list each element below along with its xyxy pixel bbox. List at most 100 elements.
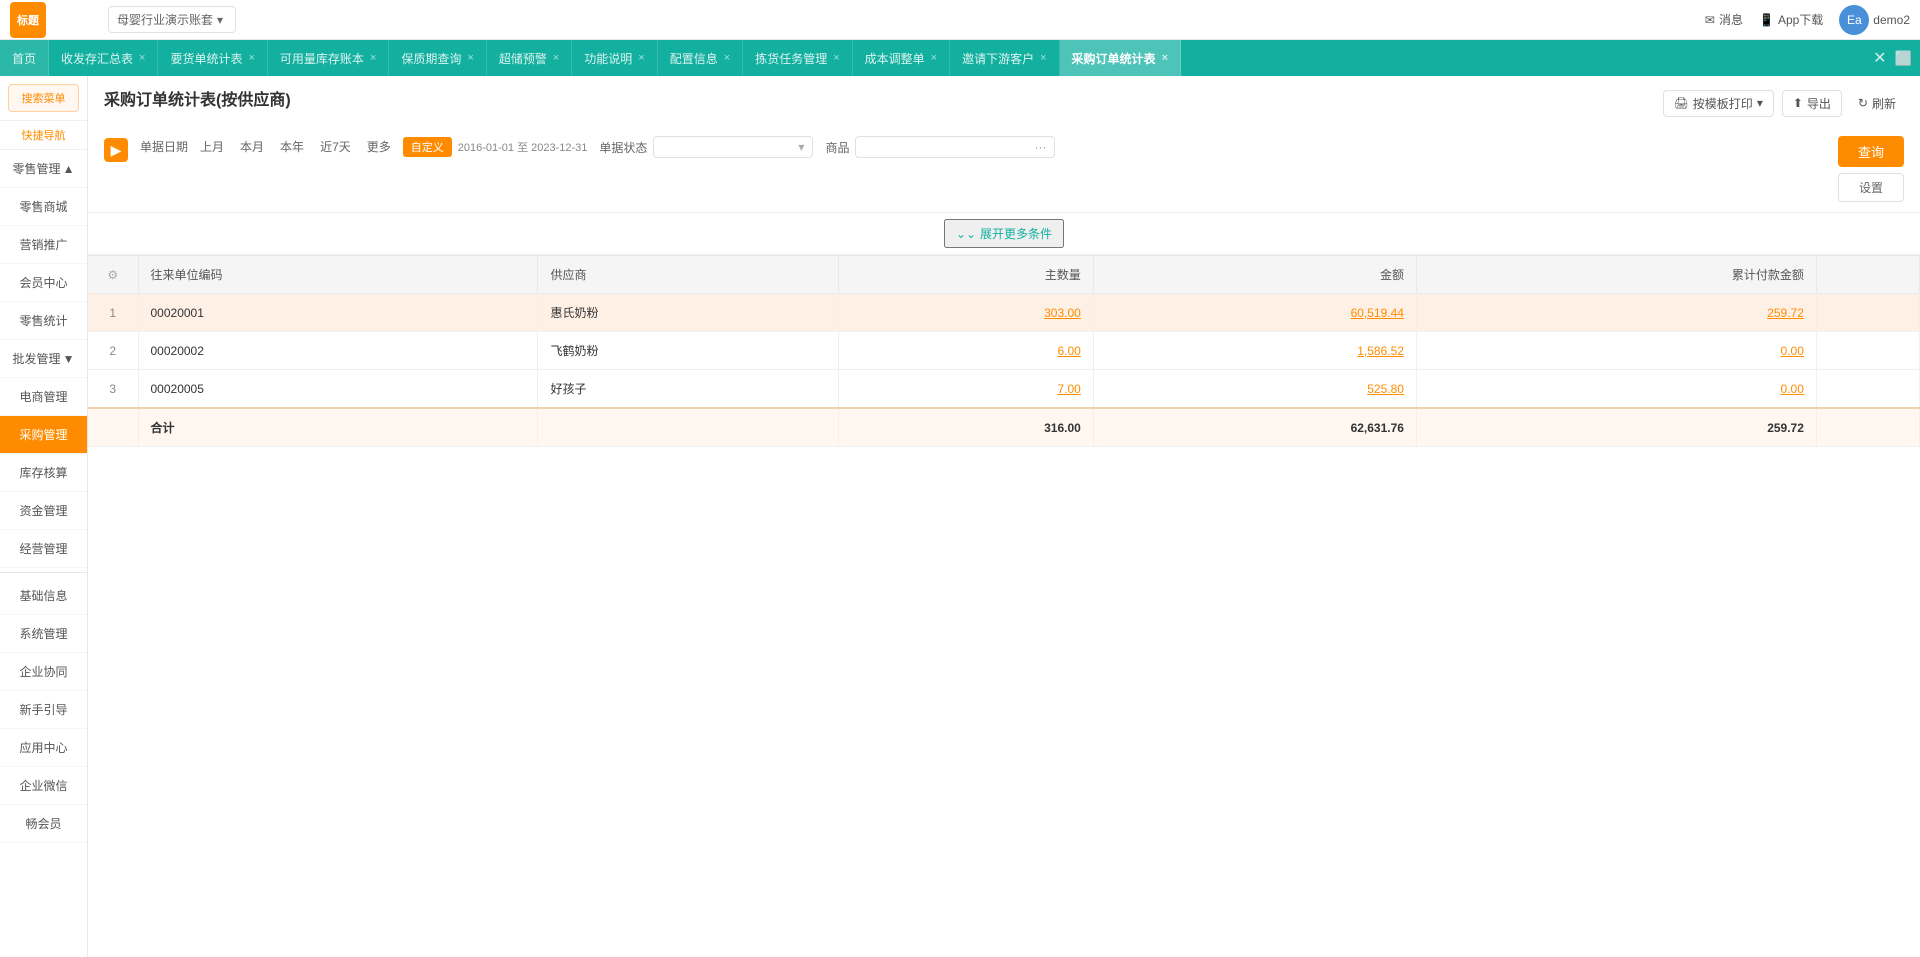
sidebar-item-retail-stats[interactable]: 零售统计: [0, 302, 87, 340]
sidebar-item-purchase-label: 采购管理: [19, 426, 67, 443]
gear-icon[interactable]: ⚙: [107, 268, 118, 282]
sidebar-item-newbie[interactable]: 新手引导: [0, 691, 87, 729]
tab-shoufacun-close[interactable]: ×: [139, 52, 145, 64]
tab-yaoqing-close[interactable]: ×: [1040, 52, 1046, 64]
sidebar-item-enterprise[interactable]: 企业协同: [0, 653, 87, 691]
tab-yaohuo-close[interactable]: ×: [248, 52, 254, 64]
status-select[interactable]: ▾: [653, 136, 813, 158]
sidebar-item-purchase[interactable]: 采购管理: [0, 416, 87, 454]
app-download-btn[interactable]: 📱 App下载: [1759, 11, 1823, 28]
sidebar-item-member-label: 会员中心: [19, 274, 67, 291]
expand-more-btn[interactable]: ⌄⌄ 展开更多条件: [944, 219, 1064, 248]
tab-home-label: 首页: [12, 50, 36, 67]
mobile-icon: 📱: [1759, 13, 1774, 27]
paid-link[interactable]: 0.00: [1781, 344, 1804, 358]
amount-link[interactable]: 525.80: [1367, 382, 1404, 396]
table-row: 1 00020001 惠氏奶粉 303.00 60,519.44 259.72: [88, 294, 1920, 332]
row-supplier: 飞鹤奶粉: [538, 332, 839, 370]
top-actions: 🖨 按模板打印 ▾ ⬆ 导出 ↻ 刷新: [1663, 90, 1904, 117]
paid-link[interactable]: 0.00: [1781, 382, 1804, 396]
tab-yaoqing[interactable]: 邀请下游客户 ×: [950, 40, 1059, 76]
workspace-selector[interactable]: 母婴行业演示账套 ▾: [108, 6, 236, 33]
close-tab-icon[interactable]: ✕: [1873, 48, 1886, 68]
row-qty: 6.00: [839, 332, 1093, 370]
row-supplier: 好孩子: [538, 370, 839, 409]
print-btn[interactable]: 🖨 按模板打印 ▾: [1663, 90, 1774, 117]
tab-caigou-label: 采购订单统计表: [1072, 50, 1156, 67]
table-header-row: ⚙ 往来单位编码 供应商 主数量 金额 累计付款金额: [88, 256, 1920, 294]
row-paid: 259.72: [1416, 294, 1816, 332]
date-badge[interactable]: 自定义: [403, 137, 452, 157]
shortcut-7days[interactable]: 近7天: [314, 136, 357, 157]
tab-chaochuyujing[interactable]: 超储预警 ×: [487, 40, 572, 76]
tab-home[interactable]: 首页: [0, 40, 49, 76]
sidebar-item-changyuehui[interactable]: 畅会员: [0, 805, 87, 843]
sidebar-item-operation[interactable]: 经营管理: [0, 530, 87, 568]
col-code: 往来单位编码: [138, 256, 538, 294]
message-btn[interactable]: ✉ 消息: [1705, 11, 1743, 28]
tab-chengben-close[interactable]: ×: [931, 52, 937, 64]
shortcut-this-month[interactable]: 本月: [234, 136, 270, 157]
tab-caigou[interactable]: 采购订单统计表 ×: [1060, 40, 1181, 76]
footer-supplier: [538, 408, 839, 447]
tab-yaohuo[interactable]: 要货单统计表 ×: [158, 40, 267, 76]
query-btn[interactable]: 查询: [1838, 136, 1904, 167]
sidebar-item-ecommerce[interactable]: 电商管理: [0, 378, 87, 416]
amount-link[interactable]: 1,586.52: [1357, 344, 1404, 358]
sidebar-item-wechat[interactable]: 企业微信: [0, 767, 87, 805]
goods-more-icon[interactable]: ···: [1034, 140, 1046, 154]
filter-toggle-btn[interactable]: ▶: [104, 138, 128, 162]
sidebar-item-system[interactable]: 系统管理: [0, 615, 87, 653]
restore-icon[interactable]: ⬜: [1895, 50, 1912, 67]
amount-link[interactable]: 60,519.44: [1351, 306, 1404, 320]
sidebar-item-finance[interactable]: 资金管理: [0, 492, 87, 530]
shortcut-last-month[interactable]: 上月: [194, 136, 230, 157]
tab-jianhuo-close[interactable]: ×: [833, 52, 839, 64]
col-empty: [1816, 256, 1919, 294]
tab-caigou-close[interactable]: ×: [1162, 52, 1168, 64]
workspace-name: 母婴行业演示账套: [117, 11, 213, 28]
tab-baozhi[interactable]: 保质期查询 ×: [389, 40, 486, 76]
tab-jianhuo[interactable]: 拣货任务管理 ×: [743, 40, 852, 76]
sidebar-item-retail-manage[interactable]: 零售管理 ▲: [0, 150, 87, 188]
row-no: 3: [88, 370, 138, 409]
user-area[interactable]: Ea demo2: [1839, 5, 1910, 35]
tab-baozhi-close[interactable]: ×: [467, 52, 473, 64]
sidebar-item-retail-manage-label: 零售管理: [13, 160, 61, 177]
row-code[interactable]: 00020002: [138, 332, 538, 370]
qty-link[interactable]: 7.00: [1057, 382, 1080, 396]
tab-gongneng-close[interactable]: ×: [638, 52, 644, 64]
shortcut-more[interactable]: 更多: [361, 136, 397, 157]
tab-peizhi-close[interactable]: ×: [724, 52, 730, 64]
tab-chengben[interactable]: 成本调整单 ×: [853, 40, 950, 76]
tab-shoufacun[interactable]: 收发存汇总表 ×: [49, 40, 158, 76]
sidebar-item-appcenter[interactable]: 应用中心: [0, 729, 87, 767]
paid-link[interactable]: 259.72: [1767, 306, 1804, 320]
export-btn[interactable]: ⬆ 导出: [1782, 90, 1842, 117]
goods-label: 商品: [825, 139, 849, 156]
content-area: 采购订单统计表(按供应商) 🖨 按模板打印 ▾ ⬆ 导出 ↻ 刷新: [88, 76, 1920, 957]
workspace-arrow-icon: ▾: [217, 13, 223, 27]
qty-link[interactable]: 6.00: [1057, 344, 1080, 358]
sidebar-item-retail-mall[interactable]: 零售商城: [0, 188, 87, 226]
tab-peizhi[interactable]: 配置信息 ×: [658, 40, 743, 76]
refresh-btn[interactable]: ↻ 刷新: [1850, 91, 1904, 116]
tab-gongneng[interactable]: 功能说明 ×: [572, 40, 657, 76]
tab-keyongliang[interactable]: 可用量库存账本 ×: [268, 40, 389, 76]
shortcut-this-year[interactable]: 本年: [274, 136, 310, 157]
qty-link[interactable]: 303.00: [1044, 306, 1081, 320]
sidebar-item-newbie-label: 新手引导: [19, 701, 67, 718]
sidebar-item-wholesale[interactable]: 批发管理 ▼: [0, 340, 87, 378]
row-code[interactable]: 00020005: [138, 370, 538, 409]
tab-chaochuyujing-close[interactable]: ×: [553, 52, 559, 64]
sidebar-item-marketing[interactable]: 营销推广: [0, 226, 87, 264]
sidebar-item-inventory[interactable]: 库存核算: [0, 454, 87, 492]
sidebar-item-member[interactable]: 会员中心: [0, 264, 87, 302]
row-code[interactable]: 00020001: [138, 294, 538, 332]
goods-input[interactable]: ···: [855, 136, 1055, 158]
settings-btn[interactable]: 设置: [1838, 173, 1904, 202]
tab-keyongliang-close[interactable]: ×: [370, 52, 376, 64]
search-menu-btn[interactable]: 搜索菜单: [8, 84, 79, 112]
sidebar-item-basic[interactable]: 基础信息: [0, 577, 87, 615]
quick-nav-btn[interactable]: 快捷导航: [0, 121, 87, 150]
